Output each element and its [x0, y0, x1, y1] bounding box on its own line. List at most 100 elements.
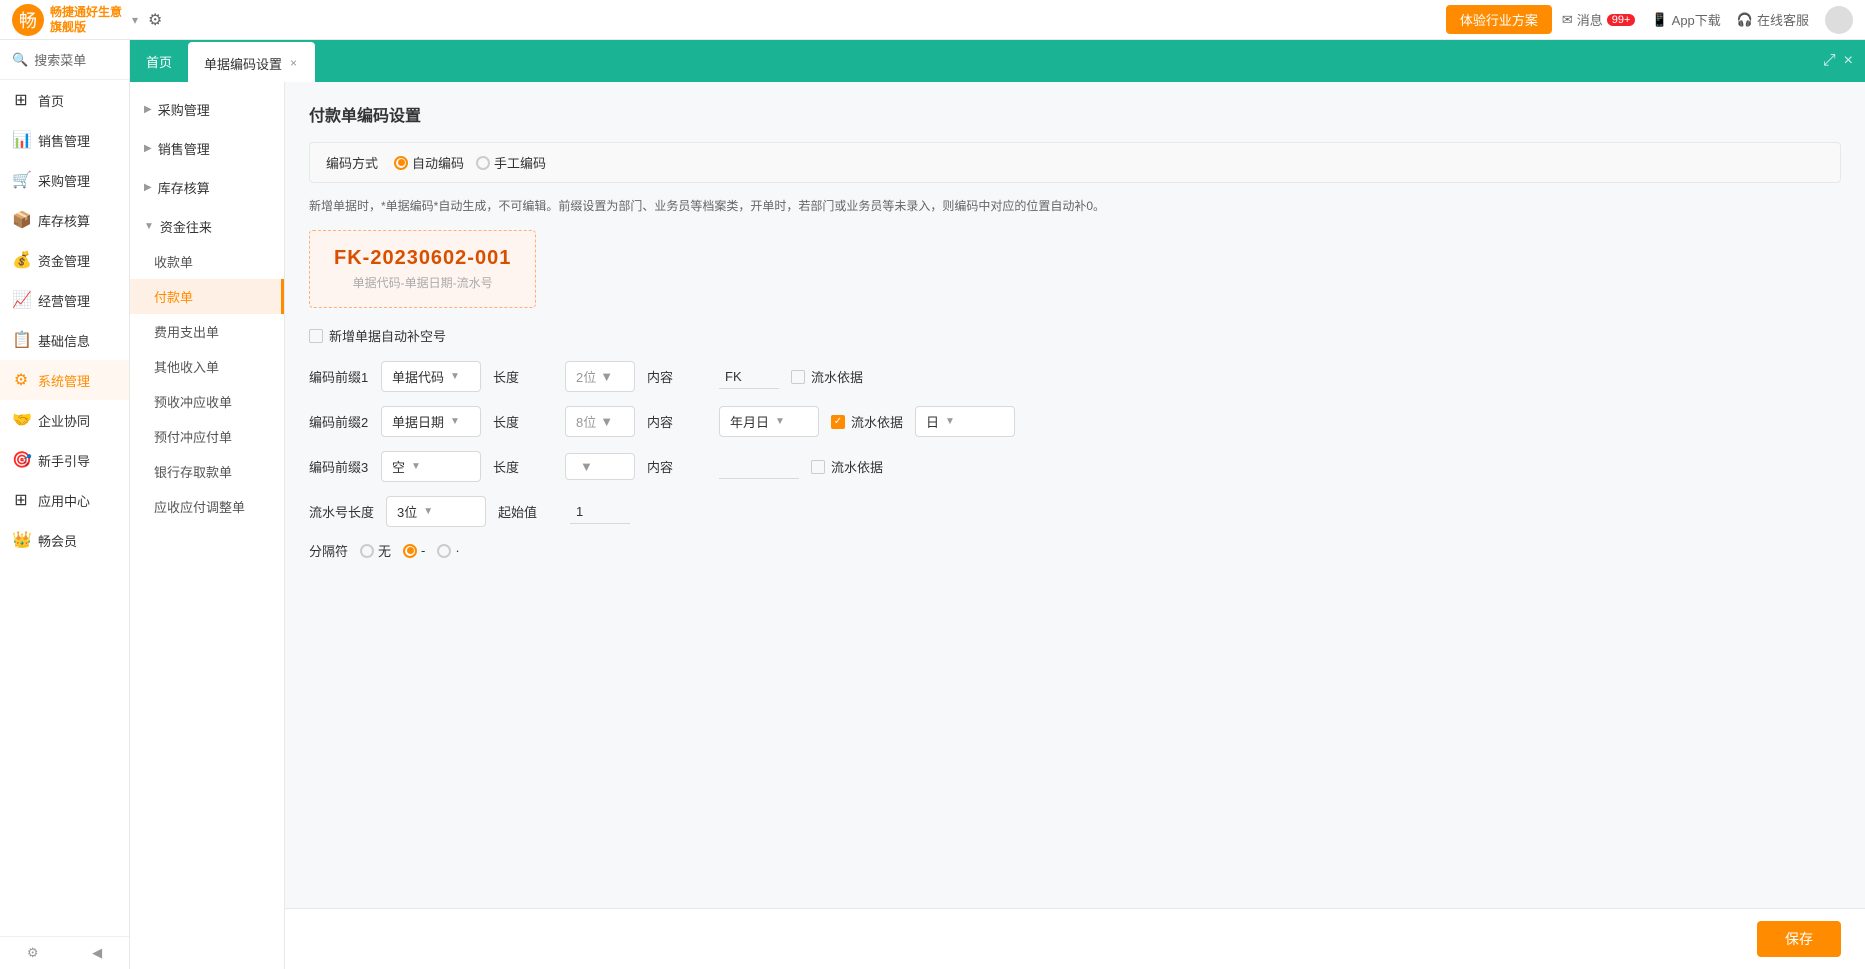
separator-none-circle [360, 544, 374, 558]
sub-sidebar-purchase-title[interactable]: ▶ 采购管理 [130, 92, 284, 127]
content-area: 首页 单据编码设置 × ⤢ × ▶ 采购管理 [130, 40, 1865, 969]
save-button[interactable]: 保存 [1757, 921, 1841, 957]
auto-fill-checkbox[interactable] [309, 329, 323, 343]
sub-sidebar-sales-title[interactable]: ▶ 销售管理 [130, 131, 284, 166]
sub-sidebar-item-prepay-pay[interactable]: 预付冲应付单 [130, 419, 284, 454]
prefix3-content-label: 内容 [647, 457, 707, 476]
sub-sidebar-capital-title[interactable]: ▼ 资金往来 [130, 209, 284, 244]
online-service-action[interactable]: 🎧 在线客服 [1737, 10, 1809, 29]
sub-sidebar-item-other-income[interactable]: 其他收入单 [130, 349, 284, 384]
prefix1-content-input[interactable] [719, 365, 779, 389]
tab-home[interactable]: 首页 [130, 40, 188, 82]
code-preview-desc: 单据代码-单据日期-流水号 [334, 274, 511, 291]
user-avatar[interactable] [1825, 6, 1853, 34]
sub-sidebar-item-receipt[interactable]: 收款单 [130, 244, 284, 279]
prefix2-serial-unit-select[interactable]: 日 ▼ [915, 406, 1015, 437]
code-preview-value: FK-20230602-001 [334, 247, 511, 270]
basic-icon: 📋 [12, 330, 30, 350]
sidebar-item-apps[interactable]: ⊞ 应用中心 [0, 480, 129, 520]
gear-icon[interactable]: ⚙ [148, 10, 162, 30]
prefix2-serial-label: 流水依据 [851, 412, 903, 431]
operations-icon: 📈 [12, 290, 30, 310]
prefix3-serial-checkbox[interactable] [811, 460, 825, 474]
prefix2-serial-checkbox[interactable]: ✓ [831, 415, 845, 429]
sidebar-item-basic[interactable]: 📋 基础信息 [0, 320, 129, 360]
message-action[interactable]: ✉ 消息 99+ [1562, 10, 1636, 29]
sidebar-item-enterprise[interactable]: 🤝 企业协同 [0, 400, 129, 440]
serial-length-row: 流水号长度 3位 ▼ 起始值 [309, 496, 1841, 527]
sidebar-item-operations[interactable]: 📈 经营管理 [0, 280, 129, 320]
tab-maximize-icon[interactable]: ⤢ [1823, 52, 1836, 70]
sub-sidebar-inventory-title[interactable]: ▶ 库存核算 [130, 170, 284, 205]
prefix2-length-select[interactable]: 8位 ▼ [565, 406, 635, 437]
prefix3-select[interactable]: 空 ▼ [381, 451, 481, 482]
prefix2-content-label: 内容 [647, 412, 707, 431]
separator-dash-circle [403, 544, 417, 558]
sidebar-settings-icon[interactable]: ⚙ [27, 945, 39, 961]
manual-code-radio[interactable]: 手工编码 [476, 153, 546, 172]
sub-sidebar-item-bank[interactable]: 银行存取款单 [130, 454, 284, 489]
tab-encoding-settings[interactable]: 单据编码设置 × [188, 42, 315, 84]
separator-dot-circle [437, 544, 451, 558]
logo-text: 畅捷通好生意 旗舰版 [50, 5, 122, 34]
code-preview: FK-20230602-001 单据代码-单据日期-流水号 [309, 230, 536, 308]
sub-sidebar-group-inventory: ▶ 库存核算 [130, 170, 284, 205]
auto-code-radio-dot [398, 159, 405, 166]
page-title: 付款单编码设置 [309, 102, 1841, 126]
auto-code-radio[interactable]: 自动编码 [394, 153, 464, 172]
prefix3-serial-label: 流水依据 [831, 457, 883, 476]
sub-sidebar-item-prepay-recv[interactable]: 预收冲应收单 [130, 384, 284, 419]
sidebar-search[interactable]: 🔍 搜索菜单 [0, 40, 129, 80]
message-badge: 99+ [1607, 14, 1636, 26]
sidebar-item-sales[interactable]: 📊 销售管理 [0, 120, 129, 160]
tab-close-window-icon[interactable]: × [1844, 52, 1853, 70]
sidebar-item-finance[interactable]: 💰 资金管理 [0, 240, 129, 280]
enterprise-icon: 🤝 [12, 410, 30, 430]
prefix1-length-label: 长度 [493, 367, 553, 386]
sidebar: 🔍 搜索菜单 ⊞ 首页 📊 销售管理 🛒 采购管理 📦 库存核算 💰 资金管理 … [0, 40, 130, 969]
separator-label: 分隔符 [309, 541, 348, 560]
auto-code-radio-circle [394, 156, 408, 170]
auto-fill-label: 新增单据自动补空号 [329, 326, 446, 345]
separator-dash-radio[interactable]: - [403, 543, 425, 558]
prefix2-serial-unit-arrow-icon: ▼ [945, 416, 955, 427]
sales-arrow-icon: ▶ [144, 143, 152, 154]
prefix2-content-select[interactable]: 年月日 ▼ [719, 406, 819, 437]
start-value-label: 起始值 [498, 502, 558, 521]
home-icon: ⊞ [12, 90, 30, 110]
prefix3-length-select[interactable]: ▼ [565, 453, 635, 480]
prefix1-label: 编码前缀1 [309, 367, 369, 386]
topbar-dropdown[interactable]: ▾ [132, 13, 138, 27]
sidebar-item-inventory[interactable]: 📦 库存核算 [0, 200, 129, 240]
sidebar-item-guide[interactable]: 🎯 新手引导 [0, 440, 129, 480]
separator-dot-radio[interactable]: · [437, 543, 459, 558]
separator-dash-dot [407, 547, 414, 554]
serial-length-label: 流水号长度 [309, 502, 374, 521]
serial-length-select[interactable]: 3位 ▼ [386, 496, 486, 527]
prefix3-content-input[interactable] [719, 455, 799, 479]
app-icon: 📱 [1651, 12, 1667, 28]
sidebar-item-home[interactable]: ⊞ 首页 [0, 80, 129, 120]
sub-sidebar-item-payment[interactable]: 付款单 [130, 279, 284, 314]
capital-arrow-icon: ▼ [144, 221, 154, 232]
sidebar-item-purchase[interactable]: 🛒 采购管理 [0, 160, 129, 200]
prefix1-length-select[interactable]: 2位 ▼ [565, 361, 635, 392]
sub-sidebar-item-adjust[interactable]: 应收应付调整单 [130, 489, 284, 524]
prefix1-serial-checkbox[interactable] [791, 370, 805, 384]
tab-close-icon[interactable]: × [288, 54, 299, 72]
sidebar-item-member[interactable]: 👑 畅会员 [0, 520, 129, 560]
prefix3-length-label: 长度 [493, 457, 553, 476]
prefix1-select[interactable]: 单据代码 ▼ [381, 361, 481, 392]
prefix2-label: 编码前缀2 [309, 412, 369, 431]
separator-none-radio[interactable]: 无 [360, 541, 391, 560]
prefix2-select[interactable]: 单据日期 ▼ [381, 406, 481, 437]
prefix1-row: 编码前缀1 单据代码 ▼ 长度 2位 ▼ 内容 [309, 361, 1841, 392]
sub-sidebar-item-expense[interactable]: 费用支出单 [130, 314, 284, 349]
solution-button[interactable]: 体验行业方案 [1446, 5, 1552, 34]
app-download-action[interactable]: 📱 App下载 [1651, 10, 1720, 29]
purchase-arrow-icon: ▶ [144, 104, 152, 115]
prefix1-serial-label: 流水依据 [811, 367, 863, 386]
start-value-input[interactable] [570, 500, 630, 524]
sidebar-item-system[interactable]: ⚙ 系统管理 [0, 360, 129, 400]
sidebar-collapse-icon[interactable]: ◀ [92, 945, 102, 961]
